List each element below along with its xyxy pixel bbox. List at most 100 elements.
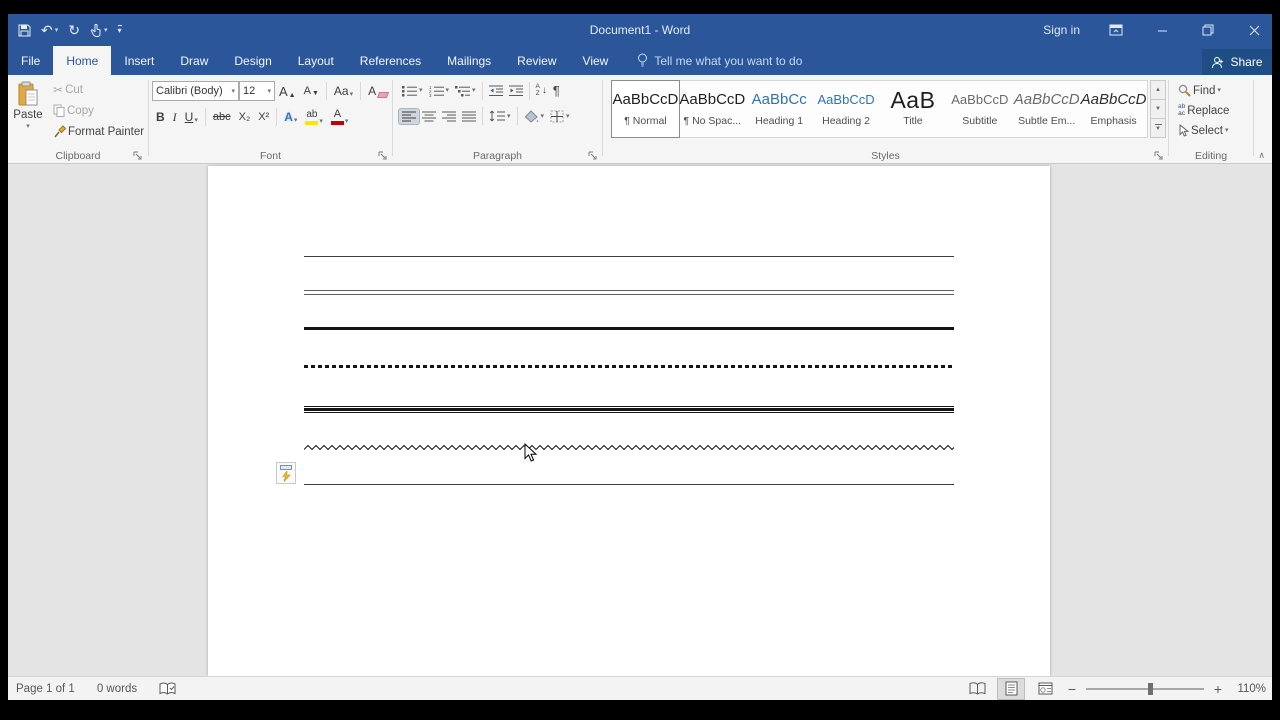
bold-button[interactable]: B (152, 108, 169, 126)
zoom-in-button[interactable]: + (1212, 681, 1224, 697)
undo-button[interactable]: ↶ ▾ (41, 22, 58, 39)
tab-view[interactable]: View (570, 46, 622, 75)
align-center-button[interactable] (419, 109, 439, 124)
borders-button[interactable]: ▾ (547, 108, 573, 125)
font-dialog-launcher[interactable] (377, 150, 388, 161)
style-card-heading2[interactable]: AaBbCcD Heading 2 (813, 81, 880, 137)
tell-me-box[interactable]: Tell me what you want to do (637, 46, 802, 75)
change-case-button[interactable]: Aa ▾ (330, 82, 357, 100)
save-icon[interactable] (18, 24, 31, 37)
tab-references[interactable]: References (347, 46, 434, 75)
word-window: ↶ ▾ ↻ ▾ ▾ Document1 - Word Sign in File … (8, 14, 1272, 700)
zoom-slider-thumb[interactable] (1148, 682, 1153, 695)
replace-button[interactable]: ab ac Replace (1175, 101, 1232, 120)
styles-gallery-more-button[interactable]: ▼ (1150, 119, 1166, 138)
close-button[interactable] (1244, 20, 1264, 40)
styles-scroll-up-button[interactable]: ▲ (1150, 80, 1166, 100)
document-page[interactable] (208, 166, 1050, 676)
subscript-button[interactable]: X₂ (235, 109, 255, 125)
customize-quick-access-button[interactable]: ▾ (117, 25, 122, 35)
restore-button[interactable] (1198, 20, 1218, 40)
increase-indent-button[interactable] (506, 83, 526, 99)
styles-scroll-down-button[interactable]: ▼ (1150, 100, 1166, 119)
touch-mode-button[interactable]: ▾ (90, 23, 108, 37)
shrink-font-button[interactable]: A ▼ (300, 83, 323, 99)
tab-mailings[interactable]: Mailings (434, 46, 504, 75)
style-sample: AaB (890, 87, 936, 113)
highlight-color-bar (305, 120, 319, 125)
format-painter-button[interactable]: Format Painter (50, 121, 147, 142)
style-card-title[interactable]: AaB Title (880, 81, 947, 137)
font-color-button[interactable]: A ▾ (327, 107, 353, 127)
underline-button[interactable]: U ▾ (181, 108, 202, 126)
share-button[interactable]: Share (1202, 49, 1272, 75)
justify-button[interactable] (459, 109, 479, 124)
show-hide-formatting-button[interactable]: ¶ (550, 81, 563, 100)
tab-file[interactable]: File (8, 46, 53, 75)
zoom-out-button[interactable]: − (1066, 681, 1078, 697)
bullets-button[interactable]: ▾ (399, 83, 426, 99)
collapse-ribbon-button[interactable]: ∧ (1258, 150, 1265, 161)
clipboard-dialog-launcher[interactable] (132, 150, 143, 161)
read-mode-button[interactable] (964, 679, 990, 699)
sign-in-button[interactable]: Sign in (1043, 23, 1080, 37)
align-center-icon (422, 111, 436, 121)
numbering-button[interactable]: 123 ▾ (426, 83, 453, 99)
ribbon-display-options-icon[interactable] (1106, 20, 1126, 40)
tab-layout[interactable]: Layout (285, 46, 347, 75)
copy-button[interactable]: Copy (50, 100, 97, 121)
styles-dialog-launcher[interactable] (1153, 150, 1164, 161)
grow-font-button[interactable]: A ▲ (275, 82, 300, 101)
tab-draw[interactable]: Draw (167, 46, 221, 75)
style-card-normal[interactable]: AaBbCcD ¶ Normal (611, 80, 680, 138)
tab-review[interactable]: Review (504, 46, 569, 75)
numbered-list-icon: 123 (429, 85, 444, 97)
page-indicator[interactable]: Page 1 of 1 (16, 683, 75, 695)
font-name-select[interactable]: Calibri (Body) ▾ (152, 81, 239, 101)
select-button[interactable]: Select ▾ (1175, 121, 1232, 140)
align-left-button[interactable] (398, 107, 420, 125)
cut-button[interactable]: ✂ Cut (50, 79, 86, 100)
autocorrect-options-button[interactable] (276, 462, 296, 484)
style-sample: AaBbCcD (951, 92, 1009, 107)
paste-button[interactable]: Paste ▾ (12, 81, 44, 147)
clear-formatting-button[interactable]: A (364, 82, 392, 100)
tab-home[interactable]: Home (53, 46, 112, 75)
zoom-percentage[interactable]: 110% (1232, 683, 1266, 695)
document-area[interactable] (8, 164, 1272, 676)
paragraph-dialog-launcher[interactable] (587, 150, 598, 161)
shading-button[interactable]: ▾ (521, 108, 548, 125)
style-card-heading1[interactable]: AaBbCc Heading 1 (746, 81, 813, 137)
line-spacing-button[interactable]: ▾ (486, 108, 514, 124)
style-card-no-spacing[interactable]: AaBbCcD ¶ No Spac... (679, 81, 746, 137)
paste-dropdown-icon[interactable]: ▾ (26, 123, 30, 130)
sort-button[interactable]: AZ ↓ (533, 82, 550, 99)
print-layout-button[interactable] (997, 677, 1025, 700)
horizontal-line-5 (304, 406, 954, 413)
web-layout-button[interactable] (1032, 679, 1058, 699)
tab-design[interactable]: Design (221, 46, 284, 75)
style-card-subtitle[interactable]: AaBbCcD Subtitle (946, 81, 1013, 137)
decrease-indent-button[interactable] (486, 83, 506, 99)
redo-button[interactable]: ↻ (68, 22, 80, 39)
proofing-status-icon[interactable] (159, 682, 176, 696)
sort-arrow-icon: ↓ (541, 85, 547, 96)
font-name-dropdown-icon: ▾ (231, 87, 235, 95)
minimize-button[interactable] (1152, 20, 1172, 40)
undo-dropdown-icon[interactable]: ▾ (55, 27, 59, 34)
font-size-select[interactable]: 12 ▾ (239, 81, 275, 101)
find-button[interactable]: Find ▾ (1175, 81, 1232, 100)
word-count[interactable]: 0 words (97, 683, 137, 695)
style-card-subtle-emphasis[interactable]: AaBbCcD Subtle Em... (1013, 81, 1080, 137)
style-card-emphasis[interactable]: AaBbCcD Emphasis (1080, 81, 1147, 137)
align-right-button[interactable] (439, 109, 459, 124)
tab-insert[interactable]: Insert (111, 46, 167, 75)
superscript-button[interactable]: X² (254, 109, 273, 125)
strikethrough-button[interactable]: abc (209, 109, 235, 125)
italic-button[interactable]: I (169, 108, 181, 127)
highlight-button[interactable]: ab ▾ (301, 108, 327, 127)
zoom-slider[interactable] (1086, 682, 1204, 696)
touch-mode-dropdown-icon[interactable]: ▾ (104, 27, 108, 34)
multilevel-list-button[interactable]: ▾ (452, 83, 479, 99)
text-effects-button[interactable]: A ▾ (280, 108, 301, 126)
